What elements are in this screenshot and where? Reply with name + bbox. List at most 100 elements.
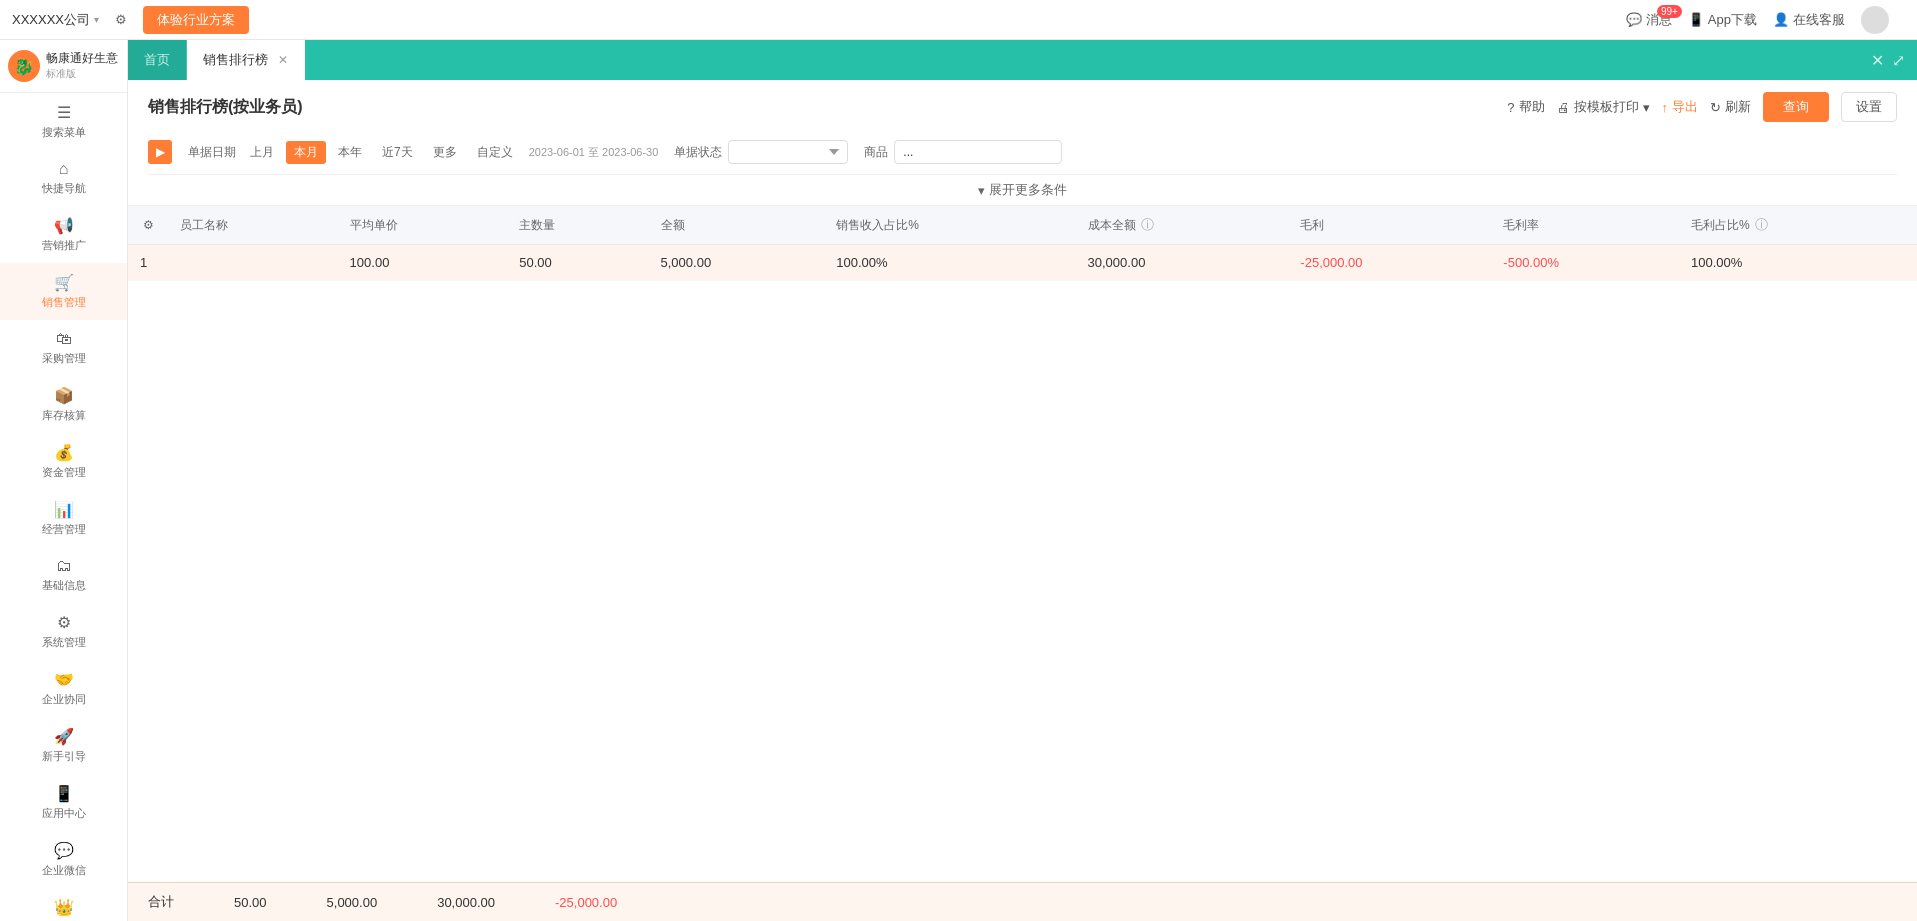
goods-input[interactable] <box>894 140 1062 164</box>
sidebar-label-system: 系统管理 <box>42 635 86 650</box>
wechat-icon: 💬 <box>54 841 74 860</box>
cell-name <box>168 245 338 281</box>
message-button[interactable]: 💬 消息 99+ <box>1626 11 1672 29</box>
cost-help-icon[interactable]: ⓘ <box>1141 217 1154 232</box>
sidebar-item-cooperation[interactable]: 🤝 企业协同 <box>0 660 127 717</box>
col-settings[interactable]: ⚙ <box>128 206 168 245</box>
operation-icon: 📊 <box>54 500 74 519</box>
filter-arrow-btn[interactable]: ▶ <box>148 140 172 164</box>
chevron-down-icon: ▾ <box>94 14 99 25</box>
cell-gross-pct: 100.00% <box>1679 245 1917 281</box>
tab-sales-rank[interactable]: 销售排行榜 ✕ <box>187 40 305 80</box>
main-layout: 🐉 畅康通好生意 标准版 ☰ 搜索菜单 ⌂ 快捷导航 📢 营销推广 🛒 销售管理… <box>0 40 1917 921</box>
status-filter-item: 单据状态 <box>674 140 848 164</box>
sidebar-item-system[interactable]: ⚙ 系统管理 <box>0 603 127 660</box>
apps-icon: 📱 <box>54 784 74 803</box>
logo-text-area: 畅康通好生意 标准版 <box>46 51 118 81</box>
sidebar-item-marketing[interactable]: 📢 营销推广 <box>0 206 127 263</box>
print-button[interactable]: 🖨 按模板打印 ▾ <box>1557 98 1650 116</box>
industry-button[interactable]: 体验行业方案 <box>143 6 249 34</box>
filter-section: ▶ 单据日期 上月 本月 本年 近7天 更多 自定义 <box>148 130 1897 205</box>
export-icon: ↑ <box>1662 100 1669 115</box>
bottom-bar: 合计 50.00 5,000.00 30,000.00 -25,000.00 <box>128 882 1917 921</box>
help-button[interactable]: ? 帮助 <box>1507 98 1544 116</box>
col-name: 员工名称 <box>168 206 338 245</box>
date-btn-7days[interactable]: 近7天 <box>374 141 421 164</box>
tab-bar: 首页 销售排行榜 ✕ ✕ ⤢ <box>128 40 1917 80</box>
sidebar-item-search[interactable]: ☰ 搜索菜单 <box>0 93 127 150</box>
settings-icon[interactable]: ⚙ <box>107 6 135 34</box>
sidebar-label-marketing: 营销推广 <box>42 238 86 253</box>
date-btn-more[interactable]: 更多 <box>425 141 465 164</box>
sidebar-item-inventory[interactable]: 📦 库存核算 <box>0 376 127 433</box>
tab-close-icon[interactable]: ✕ <box>278 53 288 67</box>
footer-amount: 5,000.00 <box>327 895 378 910</box>
sidebar-item-operation[interactable]: 📊 经营管理 <box>0 490 127 547</box>
sidebar-item-wechat[interactable]: 💬 企业微信 <box>0 831 127 888</box>
col-avg-price: 平均单价 <box>338 206 508 245</box>
cell-sales-pct: 100.00% <box>824 245 1075 281</box>
sidebar-item-purchase[interactable]: 🛍 采购管理 <box>0 320 127 376</box>
sidebar-item-member[interactable]: 👑 畅会员 <box>0 888 127 921</box>
table-header-row: ⚙ 员工名称 平均单价 主数量 全额 销售收入占比% 成本全额 ⓘ 毛利 毛利率… <box>128 206 1917 245</box>
sidebar-item-quick-nav[interactable]: ⌂ 快捷导航 <box>0 150 127 206</box>
export-button[interactable]: ↑ 导出 <box>1662 98 1699 116</box>
tab-close-window-icon[interactable]: ✕ <box>1871 51 1884 70</box>
avatar[interactable] <box>1861 6 1889 34</box>
date-filter: 上月 本月 本年 近7天 更多 自定义 <box>242 141 521 164</box>
col-gross: 毛利 <box>1288 206 1491 245</box>
sidebar-item-guide[interactable]: 🚀 新手引导 <box>0 717 127 774</box>
sidebar-label-purchase: 采购管理 <box>42 351 86 366</box>
col-sales-pct: 销售收入占比% <box>824 206 1075 245</box>
member-icon: 👑 <box>54 898 74 917</box>
date-btn-this-month[interactable]: 本月 <box>286 141 326 164</box>
cell-avg-price: 100.00 <box>338 245 508 281</box>
sidebar-item-finance[interactable]: 💰 资金管理 <box>0 433 127 490</box>
page-header: 销售排行榜(按业务员) ? 帮助 🖨 按模板打印 ▾ ↑ <box>128 80 1917 206</box>
top-right-actions: 💬 消息 99+ 📱 App下载 👤 在线客服 <box>1626 6 1905 34</box>
filter-row: ▶ 单据日期 上月 本月 本年 近7天 更多 自定义 <box>148 130 1897 174</box>
logo-name: 畅康通好生意 <box>46 51 118 67</box>
help-label: 帮助 <box>1519 98 1545 116</box>
cell-main-qty: 50.00 <box>507 245 648 281</box>
footer-cost: 30,000.00 <box>437 895 495 910</box>
basic-icon: 🗂 <box>56 557 72 575</box>
date-filter-item: 单据日期 上月 本月 本年 近7天 更多 自定义 <box>188 141 521 164</box>
date-btn-custom[interactable]: 自定义 <box>469 141 521 164</box>
gross-pct-help-icon[interactable]: ⓘ <box>1755 217 1768 232</box>
page-settings-button[interactable]: 设置 <box>1841 92 1897 122</box>
expand-row[interactable]: ▾ 展开更多条件 <box>148 174 1897 205</box>
online-service-button[interactable]: 👤 在线客服 <box>1773 11 1845 29</box>
help-icon: ? <box>1507 100 1514 115</box>
date-btn-this-year[interactable]: 本年 <box>330 141 370 164</box>
sidebar-label-search: 搜索菜单 <box>42 125 86 140</box>
sidebar-item-basic[interactable]: 🗂 基础信息 <box>0 547 127 603</box>
content-area: 首页 销售排行榜 ✕ ✕ ⤢ 销售排行榜(按业务员) ? 帮助 <box>128 40 1917 921</box>
search-icon: ☰ <box>57 103 71 122</box>
refresh-label: 刷新 <box>1725 98 1751 116</box>
company-selector[interactable]: XXXXXX公司 ▾ <box>12 11 99 29</box>
sidebar-item-apps[interactable]: 📱 应用中心 <box>0 774 127 831</box>
sidebar-label-inventory: 库存核算 <box>42 408 86 423</box>
download-icon: 📱 <box>1688 12 1704 27</box>
print-label: 按模板打印 <box>1574 98 1639 116</box>
app-download-button[interactable]: 📱 App下载 <box>1688 11 1757 29</box>
footer-main-qty: 50.00 <box>234 895 267 910</box>
sidebar-item-sales[interactable]: 🛒 销售管理 <box>0 263 127 320</box>
table-head: ⚙ 员工名称 平均单价 主数量 全额 销售收入占比% 成本全额 ⓘ 毛利 毛利率… <box>128 206 1917 245</box>
expand-btn[interactable]: ▾ 展开更多条件 <box>978 181 1067 199</box>
marketing-icon: 📢 <box>54 216 74 235</box>
date-btn-last-month[interactable]: 上月 <box>242 141 282 164</box>
expand-chevron-icon: ▾ <box>978 183 985 198</box>
tab-home[interactable]: 首页 <box>128 40 187 80</box>
col-cost: 成本全额 ⓘ <box>1076 206 1289 245</box>
sales-icon: 🛒 <box>54 273 74 292</box>
query-button[interactable]: 查询 <box>1763 92 1829 122</box>
page-title: 销售排行榜(按业务员) <box>148 97 303 118</box>
refresh-button[interactable]: ↻ 刷新 <box>1710 98 1751 116</box>
table-container[interactable]: ⚙ 员工名称 平均单价 主数量 全额 销售收入占比% 成本全额 ⓘ 毛利 毛利率… <box>128 206 1917 882</box>
cell-amount: 5,000.00 <box>649 245 825 281</box>
sidebar: 🐉 畅康通好生意 标准版 ☰ 搜索菜单 ⌂ 快捷导航 📢 营销推广 🛒 销售管理… <box>0 40 128 921</box>
status-select[interactable] <box>728 140 848 164</box>
tab-maximize-icon[interactable]: ⤢ <box>1892 51 1905 70</box>
